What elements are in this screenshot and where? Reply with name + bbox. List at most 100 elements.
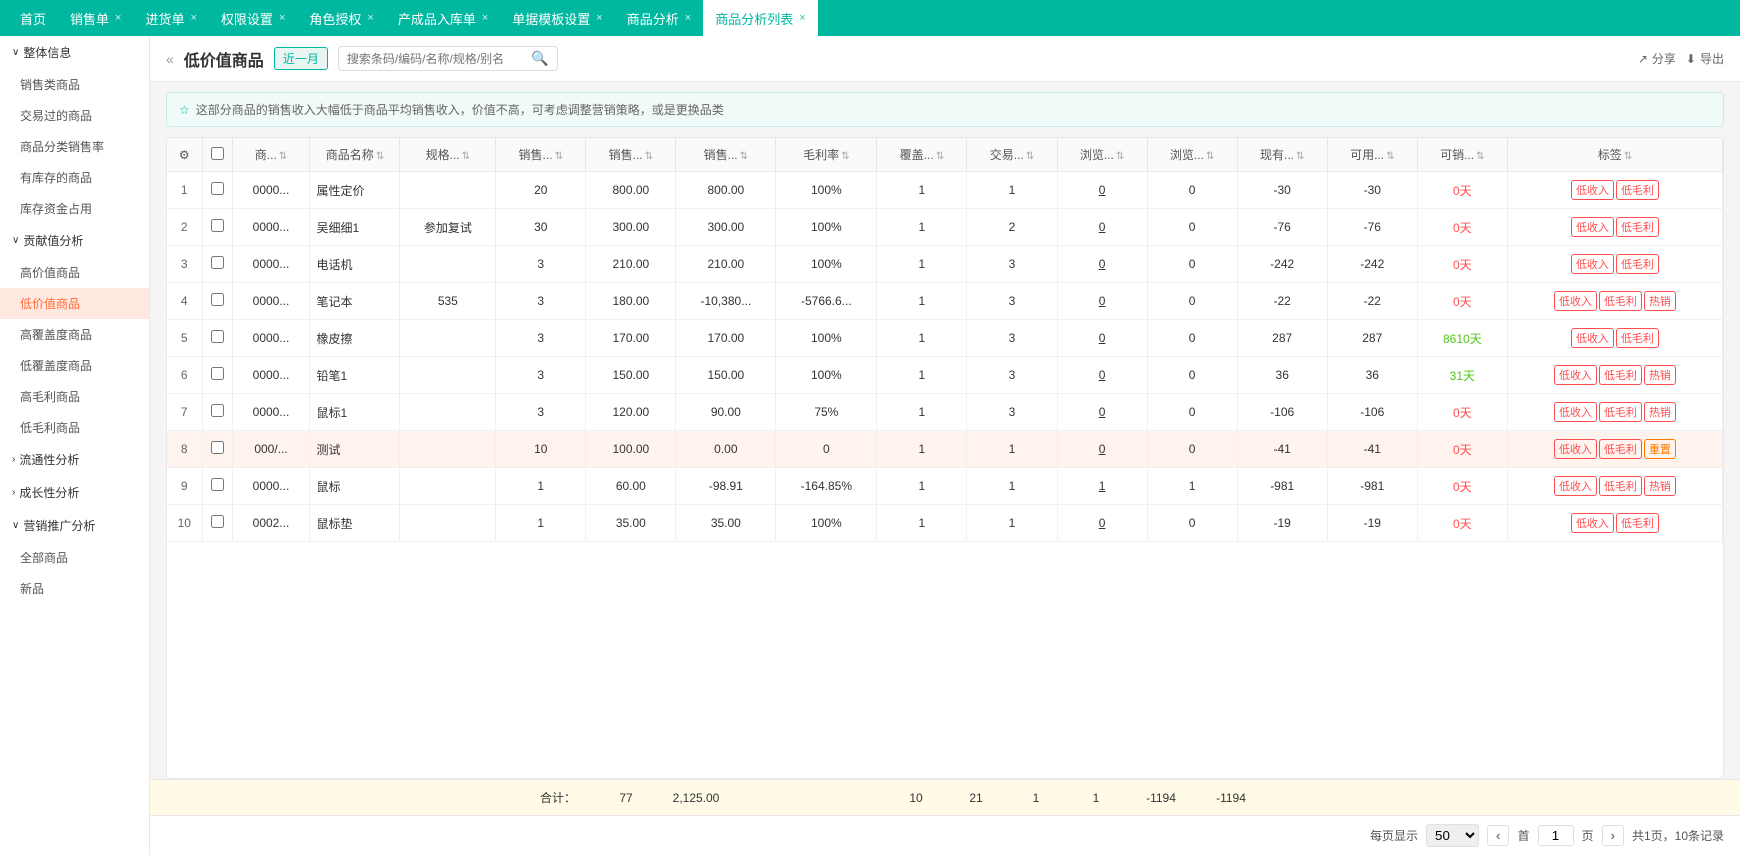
sidebar-group-liquidity-header[interactable]: › 流通性分析 (0, 443, 149, 476)
th-sales-qty[interactable]: 销售...⇅ (496, 138, 586, 172)
sidebar-group-growth-header[interactable]: › 成长性分析 (0, 476, 149, 509)
th-settings[interactable]: ⚙ (167, 138, 202, 172)
view1-link[interactable]: 1 (1099, 479, 1106, 493)
nav-sales-close[interactable]: × (115, 12, 121, 24)
first-page-btn[interactable]: ‹ (1487, 825, 1509, 846)
sidebar-item-stock-fund[interactable]: 库存资金占用 (0, 193, 149, 224)
th-spec[interactable]: 规格...⇅ (400, 138, 496, 172)
th-name[interactable]: 商品名称⇅ (310, 138, 400, 172)
tag-低收入: 低收入 (1554, 365, 1597, 385)
nav-template[interactable]: 单据模板设置× (500, 0, 614, 36)
select-all-checkbox[interactable] (211, 147, 224, 160)
nav-analysis-list-close[interactable]: × (799, 12, 805, 24)
th-gross-margin[interactable]: 毛利率⇅ (776, 138, 877, 172)
nav-role[interactable]: 角色授权× (297, 0, 385, 36)
nav-product[interactable]: 产成品入库单× (386, 0, 500, 36)
time-filter-btn[interactable]: 近一月 (274, 47, 328, 70)
th-code[interactable]: 商...⇅ (232, 138, 310, 172)
row-view1[interactable]: 0 (1057, 209, 1147, 246)
row-checkbox[interactable] (211, 182, 224, 195)
row-checkbox[interactable] (211, 219, 224, 232)
row-checkbox[interactable] (211, 404, 224, 417)
sidebar-item-category-rate[interactable]: 商品分类销售率 (0, 131, 149, 162)
th-sales-amt[interactable]: 销售...⇅ (586, 138, 676, 172)
sidebar-group-overall-header[interactable]: ∨ 整体信息 (0, 36, 149, 69)
row-view1[interactable]: 1 (1057, 468, 1147, 505)
collapse-sidebar-btn[interactable]: « (166, 51, 174, 67)
row-trans: 3 (967, 320, 1057, 357)
th-tags[interactable]: 标签⇅ (1507, 138, 1722, 172)
nav-permission-close[interactable]: × (279, 12, 285, 24)
row-view1[interactable]: 0 (1057, 320, 1147, 357)
view1-link[interactable]: 0 (1099, 294, 1106, 308)
nav-analysis-list[interactable]: 商品分析列表× (703, 0, 817, 36)
row-checkbox[interactable] (211, 330, 224, 343)
sidebar-item-low-coverage[interactable]: 低覆盖度商品 (0, 350, 149, 381)
nav-home[interactable]: 首页 (8, 0, 58, 36)
view1-link[interactable]: 0 (1099, 257, 1106, 271)
th-trans[interactable]: 交易...⇅ (967, 138, 1057, 172)
th-view2[interactable]: 浏览...⇅ (1147, 138, 1237, 172)
th-view1[interactable]: 浏览...⇅ (1057, 138, 1147, 172)
sidebar-item-low-margin[interactable]: 低毛利商品 (0, 412, 149, 443)
sidebar-item-high-coverage[interactable]: 高覆盖度商品 (0, 319, 149, 350)
row-view1[interactable]: 0 (1057, 431, 1147, 468)
sidebar-item-high-value[interactable]: 高价值商品 (0, 257, 149, 288)
sidebar-item-all-products[interactable]: 全部商品 (0, 542, 149, 573)
row-sales-qty: 3 (496, 246, 586, 283)
next-page-btn[interactable]: › (1602, 825, 1624, 846)
row-checkbox[interactable] (211, 293, 224, 306)
row-view1[interactable]: 0 (1057, 505, 1147, 542)
nav-permission[interactable]: 权限设置× (209, 0, 297, 36)
row-view1[interactable]: 0 (1057, 283, 1147, 320)
view1-link[interactable]: 0 (1099, 516, 1106, 530)
page-word: 首 (1517, 827, 1529, 844)
share-btn[interactable]: ↗ 分享 (1638, 50, 1676, 67)
row-view1[interactable]: 0 (1057, 246, 1147, 283)
sidebar-item-traded-products[interactable]: 交易过的商品 (0, 100, 149, 131)
per-page-select[interactable]: 50 100 (1426, 824, 1479, 847)
th-sellable-days[interactable]: 可销...⇅ (1417, 138, 1507, 172)
search-input[interactable] (347, 52, 532, 66)
nav-product-close[interactable]: × (482, 12, 488, 24)
nav-role-close[interactable]: × (367, 12, 373, 24)
search-icon[interactable]: 🔍 (531, 50, 548, 67)
view1-link[interactable]: 0 (1099, 368, 1106, 382)
row-coverage: 1 (877, 468, 967, 505)
row-view2: 0 (1147, 505, 1237, 542)
sidebar-item-high-margin[interactable]: 高毛利商品 (0, 381, 149, 412)
sidebar-group-contribution-header[interactable]: ∨ 贡献值分析 (0, 224, 149, 257)
row-view1[interactable]: 0 (1057, 357, 1147, 394)
row-checkbox[interactable] (211, 367, 224, 380)
row-trans: 1 (967, 431, 1057, 468)
row-checkbox[interactable] (211, 478, 224, 491)
row-checkbox[interactable] (211, 256, 224, 269)
nav-sales[interactable]: 销售单× (58, 0, 133, 36)
th-available-stock[interactable]: 可用...⇅ (1327, 138, 1417, 172)
sidebar-item-low-value[interactable]: 低价值商品 (0, 288, 149, 319)
sidebar-group-marketing-header[interactable]: ∨ 营销推广分析 (0, 509, 149, 542)
view1-link[interactable]: 0 (1099, 220, 1106, 234)
row-view1[interactable]: 0 (1057, 394, 1147, 431)
nav-purchase[interactable]: 进货单× (133, 0, 208, 36)
sidebar-item-stock-products[interactable]: 有库存的商品 (0, 162, 149, 193)
view1-link[interactable]: 0 (1099, 442, 1106, 456)
view1-link[interactable]: 0 (1099, 183, 1106, 197)
row-checkbox[interactable] (211, 515, 224, 528)
row-trans: 1 (967, 172, 1057, 209)
nav-purchase-close[interactable]: × (190, 12, 196, 24)
export-btn[interactable]: ⬇ 导出 (1686, 50, 1724, 67)
sidebar-item-sales-products[interactable]: 销售类商品 (0, 69, 149, 100)
row-checkbox[interactable] (211, 441, 224, 454)
view1-link[interactable]: 0 (1099, 331, 1106, 345)
page-input[interactable] (1538, 825, 1574, 846)
row-view1[interactable]: 0 (1057, 172, 1147, 209)
nav-analysis-close[interactable]: × (685, 12, 691, 24)
nav-template-close[interactable]: × (596, 12, 602, 24)
th-coverage[interactable]: 覆盖...⇅ (877, 138, 967, 172)
th-sales-profit[interactable]: 销售...⇅ (676, 138, 776, 172)
view1-link[interactable]: 0 (1099, 405, 1106, 419)
nav-analysis[interactable]: 商品分析× (615, 0, 703, 36)
sidebar-item-new-products[interactable]: 新品 (0, 573, 149, 604)
th-current-stock[interactable]: 现有...⇅ (1237, 138, 1327, 172)
